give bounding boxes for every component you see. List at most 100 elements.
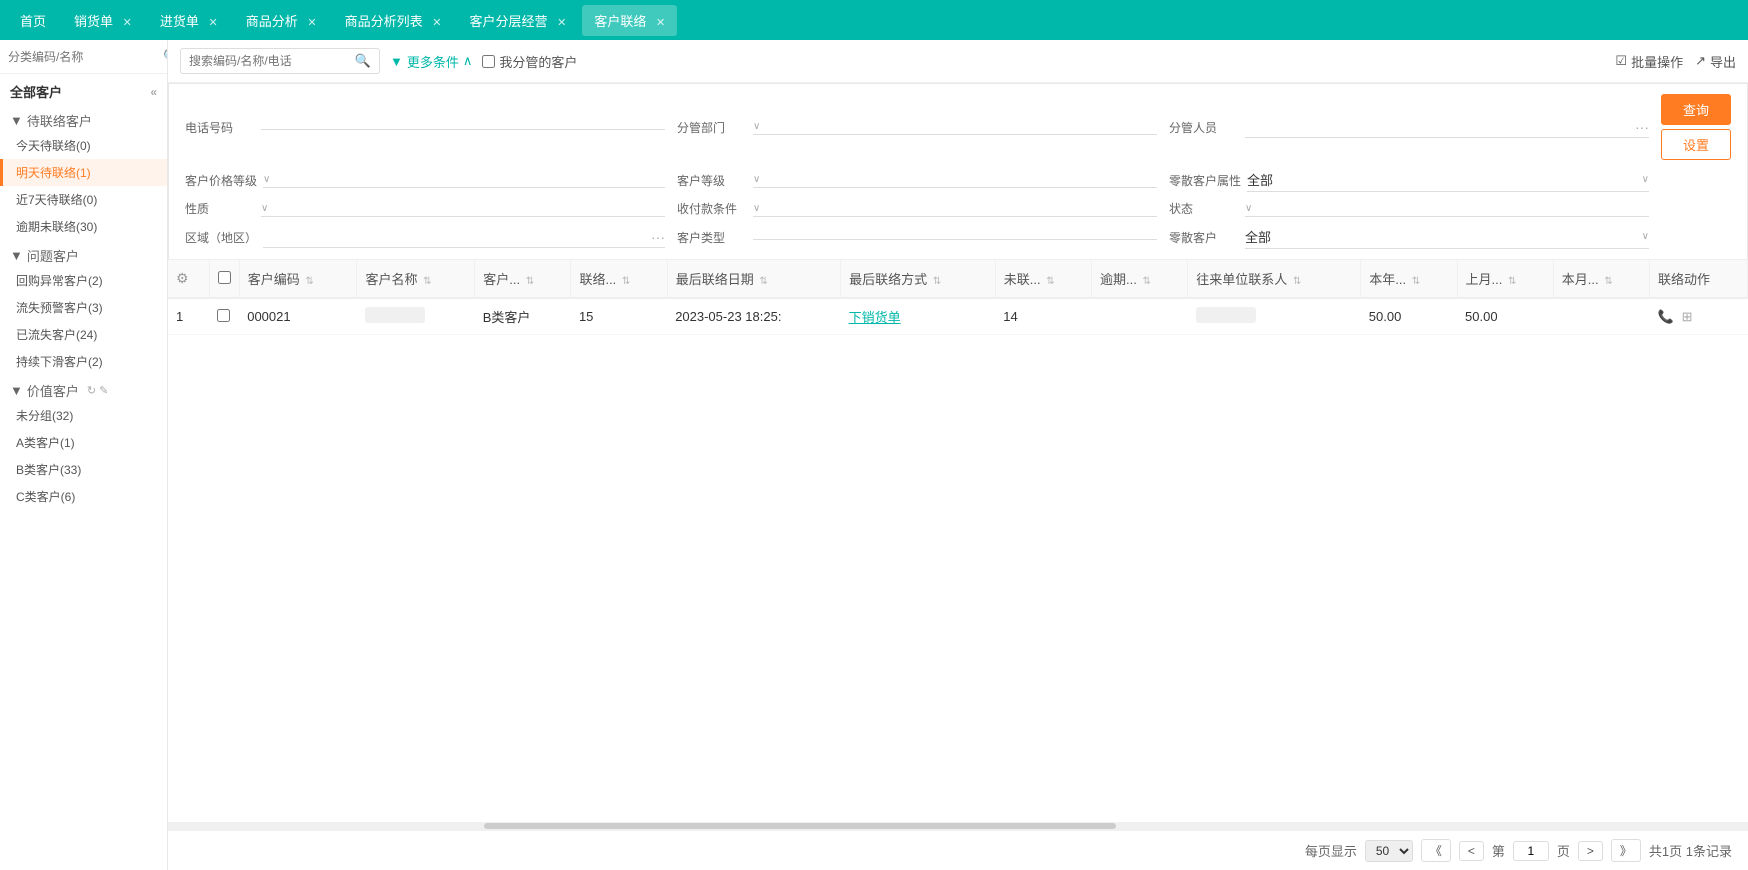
group-value-customer[interactable]: ▼ 价值客户 ↻ ✎ — [0, 375, 167, 402]
status-select[interactable]: ∨ — [1245, 201, 1649, 217]
query-button[interactable]: 查询 — [1661, 94, 1731, 125]
more-action-icon[interactable]: ⊞ — [1682, 309, 1693, 325]
contact-method-link[interactable]: 下销货单 — [849, 310, 901, 325]
department-select[interactable]: ∨ — [753, 119, 1157, 135]
my-customers-checkbox[interactable] — [482, 55, 495, 68]
all-customers-header[interactable]: 全部客户 « — [0, 74, 167, 105]
col-lastmonth-sort-icon[interactable]: ⇅ — [1508, 276, 1516, 287]
close-product-analysis-icon[interactable]: ✕ — [307, 17, 316, 29]
col-code-sort-icon[interactable]: ⇅ — [305, 276, 313, 287]
manager-select[interactable]: ··· — [1245, 117, 1649, 138]
col-thismonth-sort-icon[interactable]: ⇅ — [1604, 276, 1612, 287]
nav-purchase[interactable]: 进货单 ✕ — [148, 5, 230, 36]
col-contact-label: 联络... — [579, 272, 616, 287]
last-page-button[interactable]: 》 — [1611, 839, 1641, 862]
collapse-icon[interactable]: « — [150, 85, 157, 99]
sidebar-item-ungrouped[interactable]: 未分组(32) — [0, 402, 167, 429]
sidebar-item-overdue[interactable]: 逾期未联络(30) — [0, 213, 167, 240]
col-settings: ⚙ — [168, 260, 209, 298]
group-value-label: 价值客户 — [27, 381, 79, 400]
area-dots-icon[interactable]: ··· — [651, 229, 665, 245]
status-arrow: ∨ — [1245, 203, 1252, 214]
close-customer-tier-icon[interactable]: ✕ — [557, 17, 566, 29]
sidebar-item-c-class[interactable]: C类客户(6) — [0, 483, 167, 510]
col-type-sort-icon[interactable]: ⇅ — [526, 276, 534, 287]
col-year-sort-icon[interactable]: ⇅ — [1412, 276, 1420, 287]
action-icons-container: 📞 ⊞ — [1657, 309, 1739, 325]
customer-name-blur — [365, 307, 425, 323]
col-unit-sort-icon[interactable]: ⇅ — [1293, 276, 1301, 287]
horizontal-scrollbar[interactable] — [168, 822, 1748, 830]
call-icon[interactable]: 📞 — [1657, 309, 1673, 325]
col-this-year: 本年... ⇅ — [1361, 260, 1457, 298]
sidebar-item-repurchase-abnormal[interactable]: 回购异常客户(2) — [0, 267, 167, 294]
filter-actions: 查询 设置 — [1661, 94, 1731, 160]
sidebar-item-a-class[interactable]: A类客户(1) — [0, 429, 167, 456]
first-page-button[interactable]: 《 — [1421, 839, 1451, 862]
group-problem-customer[interactable]: ▼ 问题客户 — [0, 240, 167, 267]
page-input[interactable] — [1513, 841, 1549, 861]
col-method-label: 最后联络方式 — [849, 272, 927, 287]
td-uncontact: 14 — [995, 298, 1091, 335]
col-overdue-label: 逾期... — [1100, 272, 1137, 287]
td-method: 下销货单 — [841, 298, 996, 335]
sidebar-search-input[interactable] — [8, 50, 163, 64]
select-all-checkbox[interactable] — [218, 271, 231, 284]
col-date-sort-icon[interactable]: ⇅ — [759, 276, 767, 287]
retail-select[interactable]: 全部 ∨ — [1245, 225, 1649, 249]
page-size-select[interactable]: 50 — [1365, 840, 1413, 862]
sidebar-item-churned[interactable]: 已流失客户(24) — [0, 321, 167, 348]
table-settings-icon[interactable]: ⚙ — [176, 270, 189, 286]
manager-dots-icon[interactable]: ··· — [1635, 119, 1649, 135]
prev-page-button[interactable]: < — [1459, 841, 1484, 861]
payment-select[interactable]: ∨ — [753, 201, 1157, 217]
col-overdue-sort-icon[interactable]: ⇅ — [1142, 276, 1150, 287]
more-filter-button[interactable]: ▼ 更多条件 ∧ — [390, 52, 472, 71]
sidebar-item-7days[interactable]: 近7天待联络(0) — [0, 186, 167, 213]
next-page-button[interactable]: > — [1578, 841, 1603, 861]
nav-sales[interactable]: 销货单 ✕ — [62, 5, 144, 36]
td-this-year: 50.00 — [1361, 298, 1457, 335]
settings-button[interactable]: 设置 — [1661, 129, 1731, 160]
sidebar-item-churn-warning[interactable]: 流失预警客户(3) — [0, 294, 167, 321]
close-sales-icon[interactable]: ✕ — [123, 17, 132, 29]
col-contact-sort-icon[interactable]: ⇅ — [622, 276, 630, 287]
filter-row-4: 区域（地区） ··· 客户类型 零散客户 全部 ∨ — [185, 225, 1731, 249]
col-action-label: 联络动作 — [1658, 272, 1710, 287]
retail-label: 零散客户 — [1169, 229, 1239, 246]
top-navigation: 首页 销货单 ✕ 进货单 ✕ 商品分析 ✕ 商品分析列表 ✕ 客户分层经营 ✕ … — [0, 0, 1748, 40]
col-name-sort-icon[interactable]: ⇅ — [423, 276, 431, 287]
nav-customer-tier[interactable]: 客户分层经营 ✕ — [457, 5, 578, 36]
customer-type-label: 客户类型 — [677, 229, 747, 246]
close-product-list-icon[interactable]: ✕ — [432, 17, 441, 29]
td-overdue — [1091, 298, 1187, 335]
col-method-sort-icon[interactable]: ⇅ — [933, 276, 941, 287]
sidebar-item-declining[interactable]: 持续下滑客户(2) — [0, 348, 167, 375]
retail-value: 全部 — [1245, 227, 1271, 246]
phone-input[interactable] — [261, 125, 665, 130]
sidebar-item-b-class[interactable]: B类客户(33) — [0, 456, 167, 483]
col-uncontact-sort-icon[interactable]: ⇅ — [1046, 276, 1054, 287]
batch-operation-button[interactable]: ☑ 批量操作 — [1615, 52, 1683, 71]
customer-type-select[interactable] — [753, 235, 1157, 240]
close-customer-contact-icon[interactable]: ✕ — [656, 17, 665, 29]
customer-table: ⚙ 客户编码 ⇅ 客户名称 ⇅ — [168, 260, 1748, 335]
customer-level-select[interactable]: ∨ — [753, 172, 1157, 188]
row-checkbox[interactable] — [217, 309, 230, 322]
close-purchase-icon[interactable]: ✕ — [209, 17, 218, 29]
nav-home[interactable]: 首页 — [8, 5, 58, 36]
area-select[interactable]: ··· — [263, 227, 665, 248]
my-customers-checkbox-label[interactable]: 我分管的客户 — [482, 52, 577, 71]
nav-product-analysis[interactable]: 商品分析 ✕ — [234, 5, 329, 36]
retail-attr-select[interactable]: 全部 ∨ — [1247, 168, 1649, 192]
nav-customer-contact[interactable]: 客户联络 ✕ — [582, 5, 677, 36]
sidebar-item-today[interactable]: 今天待联络(0) — [0, 132, 167, 159]
nature-label: 性质 — [185, 200, 255, 217]
nav-product-list[interactable]: 商品分析列表 ✕ — [333, 5, 454, 36]
group-pending-contact[interactable]: ▼ 待联络客户 — [0, 105, 167, 132]
nature-select[interactable]: ∨ — [261, 201, 665, 217]
export-button[interactable]: ↗ 导出 — [1695, 52, 1736, 71]
price-level-select[interactable]: ∨ — [263, 172, 665, 188]
sidebar-item-tomorrow[interactable]: 明天待联络(1) — [0, 159, 167, 186]
search-input[interactable] — [189, 54, 349, 68]
